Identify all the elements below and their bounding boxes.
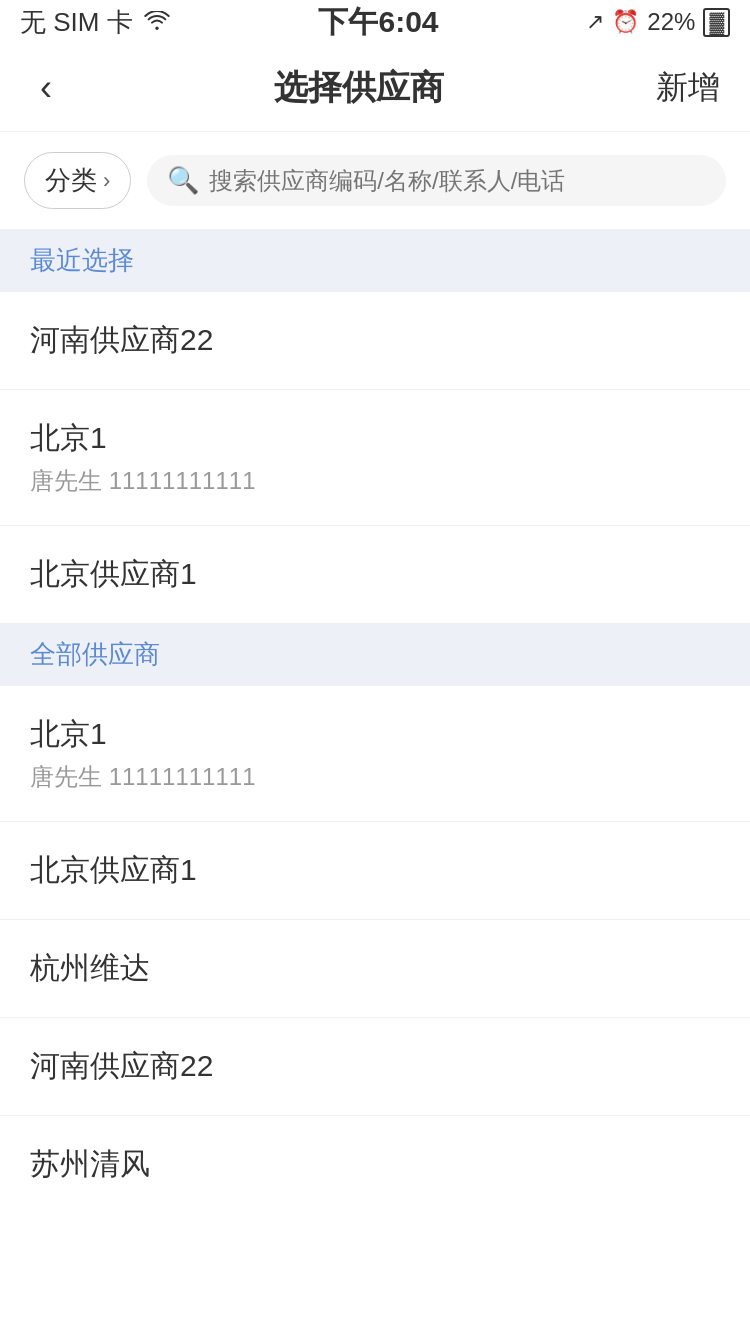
all-section-label: 全部供应商 — [30, 639, 160, 669]
list-item[interactable]: 北京1 唐先生 11111111111 — [0, 390, 750, 526]
add-new-button[interactable]: 新增 — [656, 66, 720, 110]
category-label: 分类 — [45, 163, 97, 198]
supplier-name: 河南供应商22 — [30, 320, 720, 361]
list-item[interactable]: 北京供应商1 — [0, 822, 750, 920]
search-box[interactable]: 🔍 — [147, 155, 726, 206]
battery-icon: ▓ — [703, 8, 730, 37]
supplier-name: 杭州维达 — [30, 948, 720, 989]
supplier-name: 北京供应商1 — [30, 850, 720, 891]
status-right: ↗ ⏰ 22% ▓ — [586, 8, 730, 37]
alarm-icon: ⏰ — [612, 9, 639, 35]
status-left: 无 SIM 卡 — [20, 5, 171, 40]
recent-section-label: 最近选择 — [30, 245, 134, 275]
all-supplier-list: 北京1 唐先生 11111111111 北京供应商1 杭州维达河南供应商22 苏州清风 — [0, 686, 750, 1213]
back-button[interactable]: ‹ — [30, 57, 62, 119]
supplier-contact: 唐先生 11111111111 — [30, 465, 720, 497]
page-title: 选择供应商 — [274, 65, 444, 111]
no-sim-label: 无 SIM 卡 — [20, 5, 133, 40]
list-item[interactable]: 河南供应商22 — [0, 292, 750, 390]
list-item[interactable]: 苏州清风 — [0, 1116, 750, 1213]
status-time: 下午6:04 — [318, 2, 438, 43]
battery-label: 22% — [647, 8, 695, 36]
list-item[interactable]: 杭州维达 — [0, 920, 750, 1018]
recent-supplier-list: 河南供应商22 北京1 唐先生 11111111111 北京供应商1 — [0, 292, 750, 623]
filter-row: 分类 › 🔍 — [0, 132, 750, 229]
all-section-header: 全部供应商 — [0, 623, 750, 686]
status-bar: 无 SIM 卡 下午6:04 ↗ ⏰ 22% ▓ — [0, 0, 750, 44]
nav-bar: ‹ 选择供应商 新增 — [0, 44, 750, 132]
search-input[interactable] — [209, 167, 706, 195]
category-filter-button[interactable]: 分类 › — [24, 152, 131, 209]
chevron-right-icon: › — [103, 168, 110, 194]
supplier-contact: 唐先生 11111111111 — [30, 761, 720, 793]
recent-section-header: 最近选择 — [0, 229, 750, 292]
supplier-name: 河南供应商22 — [30, 1046, 720, 1087]
supplier-name: 北京1 — [30, 714, 720, 755]
supplier-name: 北京供应商1 — [30, 554, 720, 595]
list-item[interactable]: 河南供应商22 — [0, 1018, 750, 1116]
list-item[interactable]: 北京1 唐先生 11111111111 — [0, 686, 750, 822]
location-icon: ↗ — [586, 9, 604, 35]
supplier-name: 苏州清风 — [30, 1144, 720, 1185]
wifi-icon — [143, 7, 171, 38]
search-icon: 🔍 — [167, 165, 199, 196]
supplier-name: 北京1 — [30, 418, 720, 459]
list-item[interactable]: 北京供应商1 — [0, 526, 750, 623]
